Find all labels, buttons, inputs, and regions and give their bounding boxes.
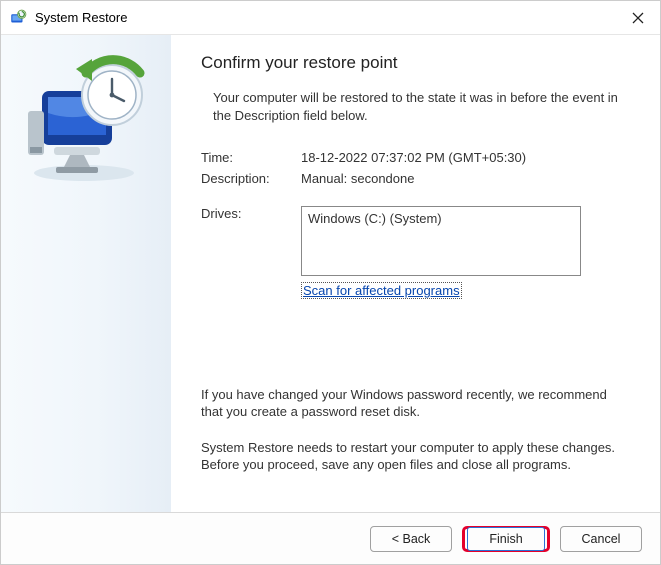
drives-row: Drives: Windows (C:) (System) Scan for a… xyxy=(201,206,632,299)
system-restore-illustration-icon xyxy=(16,51,156,191)
window-title: System Restore xyxy=(35,10,616,25)
finish-button-highlight: Finish xyxy=(462,526,550,552)
restart-note: System Restore needs to restart your com… xyxy=(201,439,632,474)
time-value: 18-12-2022 07:37:02 PM (GMT+05:30) xyxy=(301,150,632,165)
footer: < Back Finish Cancel xyxy=(1,512,660,564)
finish-button[interactable]: Finish xyxy=(467,527,545,551)
description-row: Description: Manual: secondone xyxy=(201,171,632,186)
back-button[interactable]: < Back xyxy=(370,526,452,552)
cancel-button[interactable]: Cancel xyxy=(560,526,642,552)
intro-text: Your computer will be restored to the st… xyxy=(201,89,632,124)
notes-block: If you have changed your Windows passwor… xyxy=(201,386,632,504)
time-label: Time: xyxy=(201,150,301,165)
description-label: Description: xyxy=(201,171,301,186)
password-note: If you have changed your Windows passwor… xyxy=(201,386,632,421)
system-restore-icon xyxy=(9,9,27,27)
page-title: Confirm your restore point xyxy=(201,53,632,73)
scan-affected-programs-link[interactable]: Scan for affected programs xyxy=(301,282,462,299)
titlebar: System Restore xyxy=(1,1,660,35)
drives-listbox[interactable]: Windows (C:) (System) xyxy=(301,206,581,276)
main-panel: Confirm your restore point Your computer… xyxy=(171,35,660,512)
content-area: Confirm your restore point Your computer… xyxy=(1,35,660,512)
details-block: Time: 18-12-2022 07:37:02 PM (GMT+05:30)… xyxy=(201,150,632,305)
description-value: Manual: secondone xyxy=(301,171,632,186)
time-row: Time: 18-12-2022 07:37:02 PM (GMT+05:30) xyxy=(201,150,632,165)
side-panel xyxy=(1,35,171,512)
close-button[interactable] xyxy=(616,2,660,34)
list-item[interactable]: Windows (C:) (System) xyxy=(308,211,574,226)
drives-label: Drives: xyxy=(201,206,301,299)
